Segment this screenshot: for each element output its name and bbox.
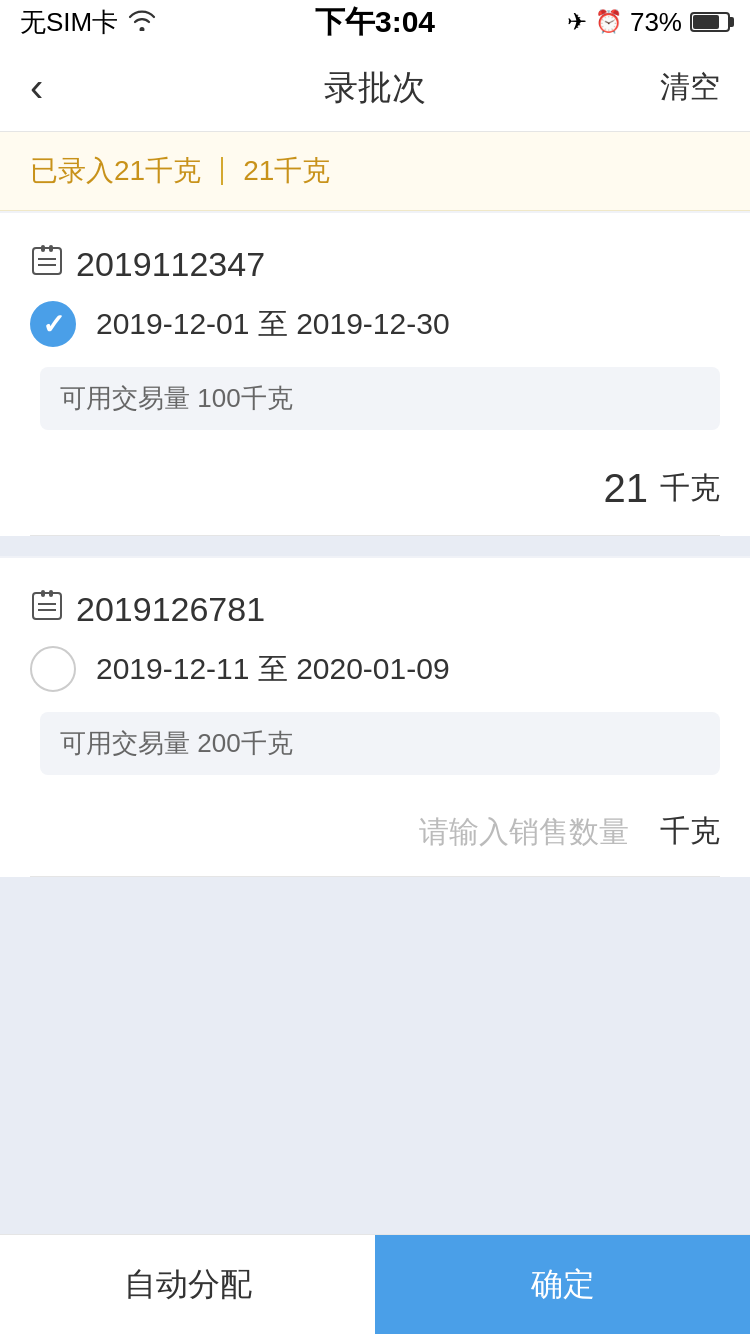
check-icon-1: ✓ [42,308,65,341]
battery-icon [690,12,730,32]
page-title: 录批次 [324,65,426,111]
wifi-icon [128,7,156,38]
item-header-2: 2019126781 [30,588,720,630]
item-row-2[interactable]: 2019-12-11 至 2020-01-09 [30,646,720,692]
item-avail-1: 可用交易量 100千克 [40,367,720,430]
battery-pct: 73% [630,7,682,38]
status-carrier: 无SIM卡 [20,5,156,40]
item-row-1[interactable]: ✓ 2019-12-01 至 2019-12-30 [30,301,720,347]
item-qty-value-1: 21 [604,466,649,511]
bottom-content [0,877,750,1277]
svg-rect-0 [33,248,61,274]
carrier-text: 无SIM卡 [20,5,118,40]
summary-bar: 已录入21千克 21千克 [0,132,750,211]
item-date-2: 2019-12-11 至 2020-01-09 [96,649,450,690]
item-card-1: 2019112347 ✓ 2019-12-01 至 2019-12-30 可用交… [0,213,750,536]
qty-input-2[interactable] [30,815,644,849]
location-icon: ✈ [567,8,587,36]
item-id-1: 2019112347 [76,245,265,284]
summary-divider [221,157,223,185]
summary-label: 已录入21千克 [30,152,201,190]
item-avail-2: 可用交易量 200千克 [40,712,720,775]
alarm-icon: ⏰ [595,9,622,35]
batch-icon-1 [30,243,64,285]
svg-rect-6 [41,590,45,597]
item-qty-unit-1: 千克 [660,468,720,509]
bottom-bar: 自动分配 确定 [0,1234,750,1334]
item-unit-2: 千克 [660,811,720,852]
nav-bar: ‹ 录批次 清空 [0,44,750,132]
svg-rect-2 [49,245,53,252]
svg-rect-5 [33,593,61,619]
clear-button[interactable]: 清空 [660,67,720,108]
back-button[interactable]: ‹ [30,65,43,110]
radio-1[interactable]: ✓ [30,301,76,347]
item-qty-row-1: 21 千克 [30,450,720,536]
status-right: ✈ ⏰ 73% [567,7,730,38]
batch-icon-2 [30,588,64,630]
item-header-1: 2019112347 [30,243,720,285]
item-id-2: 2019126781 [76,590,265,629]
radio-2[interactable] [30,646,76,692]
svg-rect-7 [49,590,53,597]
item-date-1: 2019-12-01 至 2019-12-30 [96,304,450,345]
confirm-button[interactable]: 确定 [375,1235,750,1334]
svg-rect-1 [41,245,45,252]
status-bar: 无SIM卡 下午3:04 ✈ ⏰ 73% [0,0,750,44]
item-input-row-2: 千克 [30,795,720,877]
summary-value: 21千克 [243,152,330,190]
section-separator [0,536,750,556]
auto-distribute-button[interactable]: 自动分配 [0,1235,375,1334]
item-card-2: 2019126781 2019-12-11 至 2020-01-09 可用交易量… [0,558,750,877]
status-time: 下午3:04 [315,2,435,43]
